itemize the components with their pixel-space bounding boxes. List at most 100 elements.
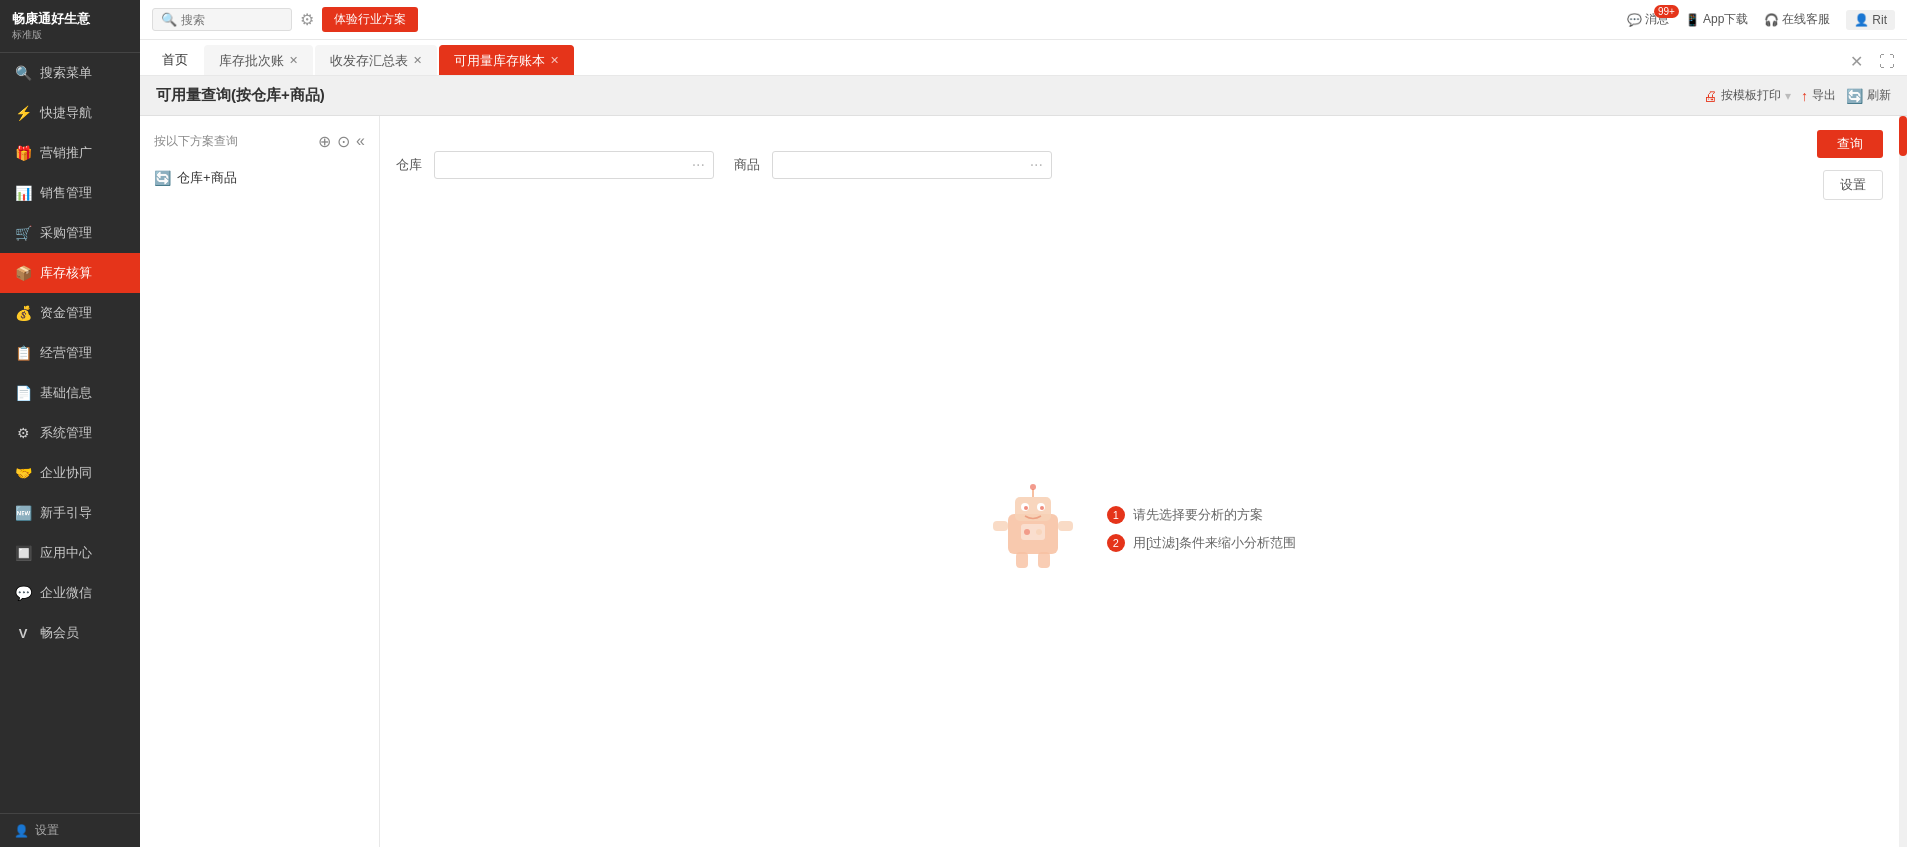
sidebar-bottom[interactable]: 👤 设置: [0, 813, 140, 847]
operations-icon: 📋: [14, 345, 32, 361]
warehouse-input-wrapper[interactable]: ···: [434, 151, 714, 179]
warehouse-input[interactable]: [443, 158, 688, 172]
sidebar-item-system[interactable]: ⚙ 系统管理: [0, 413, 140, 453]
message-button[interactable]: 💬 消息 99+: [1627, 11, 1669, 28]
search-input[interactable]: [181, 13, 281, 27]
hint-num-2: 2: [1107, 534, 1125, 552]
tab-available-stock[interactable]: 可用量库存账本 ✕: [439, 45, 574, 75]
settings-scheme-icon[interactable]: ⊙: [337, 132, 350, 151]
sidebar-item-sales[interactable]: 📊 销售管理: [0, 173, 140, 213]
query-area: 按以下方案查询 ⊕ ⊙ « 🔄 仓库+商品: [140, 116, 1907, 847]
user-avatar-icon: 👤: [14, 824, 29, 838]
sidebar-item-guide[interactable]: 🆕 新手引导: [0, 493, 140, 533]
tab-available-stock-close[interactable]: ✕: [550, 54, 559, 67]
sidebar-item-inventory[interactable]: 📦 库存核算: [0, 253, 140, 293]
logo-sub: 标准版: [12, 28, 128, 42]
service-icon: 🎧: [1764, 13, 1779, 27]
user-menu[interactable]: 👤 Rit: [1846, 10, 1895, 30]
tab-collect-summary[interactable]: 收发存汇总表 ✕: [315, 45, 437, 75]
hint-num-1: 1: [1107, 506, 1125, 524]
goods-filter-field: 商品 ···: [734, 151, 1052, 179]
filter-area: 仓库 ··· 商品 ···: [380, 116, 1899, 210]
query-sidebar-title: 按以下方案查询: [154, 133, 238, 150]
topbar-right: 💬 消息 99+ 📱 App下载 🎧 在线客服 👤 Rit: [1627, 10, 1895, 30]
sidebar-item-cooperation[interactable]: 🤝 企业协同: [0, 453, 140, 493]
sidebar-item-label: 资金管理: [40, 304, 92, 322]
content-header-actions: 🖨 按模板打印 ▾ ↑ 导出 🔄 刷新: [1703, 87, 1891, 104]
svg-point-7: [1030, 484, 1036, 490]
app-center-icon: 🔲: [14, 545, 32, 561]
page-title: 可用量查询(按仓库+商品): [156, 86, 325, 105]
export-icon: ↑: [1801, 88, 1808, 104]
sidebar-item-label: 基础信息: [40, 384, 92, 402]
tab-batch-account[interactable]: 库存批次账 ✕: [204, 45, 313, 75]
sidebar-item-label: 新手引导: [40, 504, 92, 522]
query-sidebar-header: 按以下方案查询 ⊕ ⊙ «: [140, 126, 379, 161]
app-download-button[interactable]: 📱 App下载: [1685, 11, 1748, 28]
sidebar-item-label: 企业协同: [40, 464, 92, 482]
warehouse-more-icon[interactable]: ···: [692, 156, 705, 174]
topbar-search-box[interactable]: 🔍: [152, 8, 292, 31]
sidebar-item-label: 搜索菜单: [40, 64, 92, 82]
scrollbar-thumb: [1899, 116, 1907, 156]
query-button[interactable]: 查询: [1817, 130, 1883, 158]
export-button[interactable]: ↑ 导出: [1801, 87, 1836, 104]
goods-input[interactable]: [781, 158, 1026, 172]
sidebar-item-wechat[interactable]: 💬 企业微信: [0, 573, 140, 613]
trial-button[interactable]: 体验行业方案: [322, 7, 418, 32]
sidebar-item-marketing[interactable]: 🎁 营销推广: [0, 133, 140, 173]
goods-input-wrapper[interactable]: ···: [772, 151, 1052, 179]
warehouse-label: 仓库: [396, 156, 426, 174]
scheme-item-warehouse-goods[interactable]: 🔄 仓库+商品: [140, 161, 379, 195]
svg-rect-11: [1038, 552, 1050, 568]
tab-collect-summary-label: 收发存汇总表: [330, 52, 408, 70]
basic-info-icon: 📄: [14, 385, 32, 401]
message-icon: 💬: [1627, 13, 1642, 27]
sidebar-item-basic-info[interactable]: 📄 基础信息: [0, 373, 140, 413]
sidebar-item-vip[interactable]: V 畅会员: [0, 613, 140, 653]
empty-illustration: [983, 479, 1083, 579]
right-scrollbar[interactable]: [1899, 116, 1907, 847]
main-area: 🔍 ⚙ 体验行业方案 💬 消息 99+ 📱 App下载 🎧 在线客服 👤 Rit: [140, 0, 1907, 847]
setting-button[interactable]: 设置: [1823, 170, 1883, 200]
sidebar-item-label: 畅会员: [40, 624, 79, 642]
filter-results-area: 仓库 ··· 商品 ···: [380, 116, 1899, 847]
content-area: 可用量查询(按仓库+商品) 🖨 按模板打印 ▾ ↑ 导出 🔄 刷新: [140, 76, 1907, 847]
sidebar-item-purchase[interactable]: 🛒 采购管理: [0, 213, 140, 253]
refresh-button[interactable]: 🔄 刷新: [1846, 87, 1891, 104]
content-header: 可用量查询(按仓库+商品) 🖨 按模板打印 ▾ ↑ 导出 🔄 刷新: [140, 76, 1907, 116]
search-icon: 🔍: [161, 12, 177, 27]
guide-icon: 🆕: [14, 505, 32, 521]
tab-collect-summary-close[interactable]: ✕: [413, 54, 422, 67]
empty-hints: 1 请先选择要分析的方案 2 用[过滤]条件来缩小分析范围: [1107, 506, 1296, 552]
service-button[interactable]: 🎧 在线客服: [1764, 11, 1830, 28]
logo-title: 畅康通好生意: [12, 10, 128, 28]
tab-expand-button[interactable]: ⛶: [1875, 49, 1899, 75]
gear-icon[interactable]: ⚙: [300, 10, 314, 29]
sidebar-bottom-label: 设置: [35, 822, 59, 839]
sidebar-item-quick-nav[interactable]: ⚡ 快捷导航: [0, 93, 140, 133]
warehouse-filter-field: 仓库 ···: [396, 151, 714, 179]
tab-close-all-button[interactable]: ✕: [1846, 48, 1867, 75]
query-sidebar: 按以下方案查询 ⊕ ⊙ « 🔄 仓库+商品: [140, 116, 380, 847]
svg-point-5: [1040, 506, 1044, 510]
tab-batch-account-close[interactable]: ✕: [289, 54, 298, 67]
collapse-icon[interactable]: «: [356, 132, 365, 151]
sidebar-item-finance[interactable]: 💰 资金管理: [0, 293, 140, 333]
print-button[interactable]: 🖨 按模板打印 ▾: [1703, 87, 1791, 104]
goods-more-icon[interactable]: ···: [1030, 156, 1043, 174]
tab-home[interactable]: 首页: [148, 45, 202, 75]
filter-row: 仓库 ··· 商品 ···: [396, 130, 1883, 200]
search-icon: 🔍: [14, 65, 32, 81]
sidebar-item-label: 快捷导航: [40, 104, 92, 122]
svg-point-4: [1024, 506, 1028, 510]
sidebar-item-operations[interactable]: 📋 经营管理: [0, 333, 140, 373]
scheme-label: 仓库+商品: [177, 169, 237, 187]
app-icon: 📱: [1685, 13, 1700, 27]
user-icon: 👤: [1854, 13, 1869, 27]
add-scheme-icon[interactable]: ⊕: [318, 132, 331, 151]
sidebar-item-label: 营销推广: [40, 144, 92, 162]
sidebar-item-search[interactable]: 🔍 搜索菜单: [0, 53, 140, 93]
sidebar-logo: 畅康通好生意 标准版: [0, 0, 140, 53]
sidebar-item-app-center[interactable]: 🔲 应用中心: [0, 533, 140, 573]
